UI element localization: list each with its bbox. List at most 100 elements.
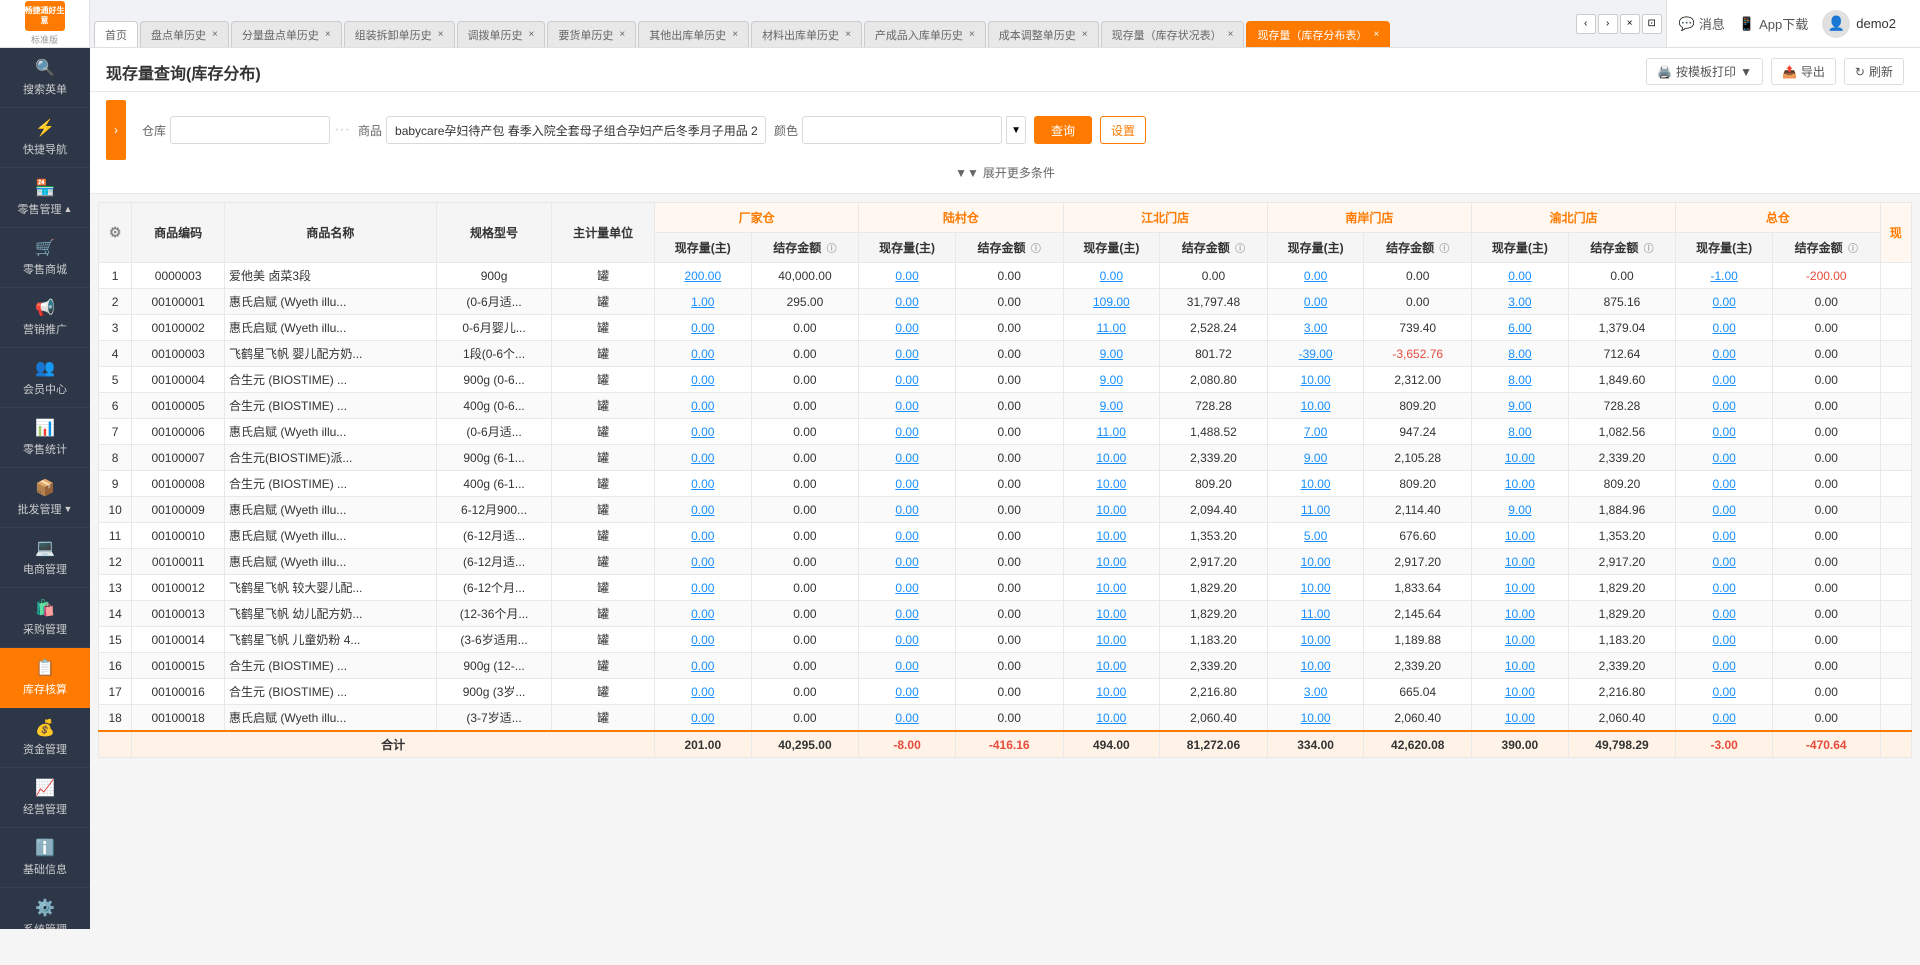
sidebar-item-nav[interactable]: ⚡ 快捷导航: [0, 108, 90, 168]
lc-qty[interactable]: 0.00: [859, 419, 956, 445]
color-dropdown-btn[interactable]: ▼: [1006, 116, 1026, 144]
tab-8[interactable]: 产成品入库单历史 ×: [864, 21, 986, 47]
yb-qty[interactable]: 10.00: [1472, 705, 1569, 732]
yb-qty[interactable]: 10.00: [1472, 471, 1569, 497]
lc-qty[interactable]: 0.00: [859, 575, 956, 601]
yb-qty[interactable]: 9.00: [1472, 393, 1569, 419]
warehouse-input[interactable]: [170, 116, 330, 144]
fc-qty[interactable]: 0.00: [654, 653, 751, 679]
fc-qty[interactable]: 1.00: [654, 289, 751, 315]
tab-close-7[interactable]: ×: [845, 30, 851, 40]
sidebar-item-marketing[interactable]: 📢 营销推广: [0, 288, 90, 348]
tab-10[interactable]: 现存量（库存状况表） ×: [1101, 21, 1245, 47]
tab-expand-btn[interactable]: ⊡: [1642, 14, 1662, 34]
tab-9[interactable]: 成本调整单历史 ×: [988, 21, 1099, 47]
fc-qty[interactable]: 0.00: [654, 601, 751, 627]
yb-qty[interactable]: 10.00: [1472, 653, 1569, 679]
fc-qty[interactable]: 0.00: [654, 705, 751, 732]
zc-qty[interactable]: 0.00: [1676, 575, 1773, 601]
yb-qty[interactable]: 8.00: [1472, 419, 1569, 445]
tab-home[interactable]: 首页: [94, 21, 138, 47]
zc-qty[interactable]: 0.00: [1676, 653, 1773, 679]
fc-info-icon[interactable]: ⓘ: [827, 244, 837, 255]
lc-qty[interactable]: 0.00: [859, 289, 956, 315]
app-download-btn[interactable]: 📱 App下载: [1739, 14, 1808, 33]
jb-qty[interactable]: 10.00: [1063, 705, 1160, 732]
na-qty[interactable]: -39.00: [1267, 341, 1364, 367]
refresh-btn[interactable]: ↻ 刷新: [1844, 58, 1904, 85]
zc-qty[interactable]: 0.00: [1676, 497, 1773, 523]
fc-qty[interactable]: 0.00: [654, 575, 751, 601]
sidebar-item-wholesale[interactable]: 📦 批发管理 ▼: [0, 468, 90, 528]
fc-qty[interactable]: 0.00: [654, 549, 751, 575]
lc-qty[interactable]: 0.00: [859, 393, 956, 419]
sidebar-item-ecommerce[interactable]: 💻 电商管理: [0, 528, 90, 588]
yb-qty[interactable]: 10.00: [1472, 679, 1569, 705]
sidebar-item-retail-mgr[interactable]: 🏪 零售管理 ▲: [0, 168, 90, 228]
tab-1[interactable]: 盘点单历史 ×: [140, 21, 229, 47]
na-qty[interactable]: 5.00: [1267, 523, 1364, 549]
yb-qty[interactable]: 10.00: [1472, 601, 1569, 627]
lc-qty[interactable]: 0.00: [859, 497, 956, 523]
lc-qty[interactable]: 0.00: [859, 445, 956, 471]
tab-4[interactable]: 调拨单历史 ×: [457, 21, 546, 47]
zc-qty[interactable]: 0.00: [1676, 679, 1773, 705]
yb-qty[interactable]: 0.00: [1472, 263, 1569, 289]
tab-close-1[interactable]: ×: [212, 30, 218, 40]
na-qty[interactable]: 7.00: [1267, 419, 1364, 445]
sidebar-item-retail-stats[interactable]: 📊 零售统计: [0, 408, 90, 468]
yb-qty[interactable]: 10.00: [1472, 445, 1569, 471]
jb-qty[interactable]: 10.00: [1063, 549, 1160, 575]
lc-qty[interactable]: 0.00: [859, 549, 956, 575]
col-settings-icon[interactable]: ⚙: [109, 224, 122, 240]
settings-btn[interactable]: 设置: [1100, 116, 1146, 144]
lc-qty[interactable]: 0.00: [859, 653, 956, 679]
sidebar-item-inventory[interactable]: 📋 库存核算: [0, 648, 90, 708]
zc-info-icon[interactable]: ⓘ: [1848, 244, 1858, 255]
jb-qty[interactable]: 10.00: [1063, 653, 1160, 679]
na-qty[interactable]: 9.00: [1267, 445, 1364, 471]
zc-qty[interactable]: 0.00: [1676, 315, 1773, 341]
tab-next-btn[interactable]: ›: [1598, 14, 1618, 34]
sidebar-item-operations[interactable]: 📈 经营管理: [0, 768, 90, 828]
tab-close-4[interactable]: ×: [529, 30, 535, 40]
collapse-btn[interactable]: ›: [106, 100, 126, 160]
sidebar-item-shop[interactable]: 🛒 零售商城: [0, 228, 90, 288]
tab-close-5[interactable]: ×: [619, 30, 625, 40]
na-qty[interactable]: 10.00: [1267, 653, 1364, 679]
na-qty[interactable]: 0.00: [1267, 263, 1364, 289]
print-btn[interactable]: 🖨️ 按模板打印 ▼: [1646, 58, 1763, 85]
zc-qty[interactable]: 0.00: [1676, 419, 1773, 445]
yb-qty[interactable]: 8.00: [1472, 341, 1569, 367]
tab-7[interactable]: 材料出库单历史 ×: [751, 21, 862, 47]
na-qty[interactable]: 10.00: [1267, 575, 1364, 601]
tab-11[interactable]: 现存量（库存分布表） ×: [1246, 21, 1390, 47]
tab-close-3[interactable]: ×: [438, 30, 444, 40]
tab-3[interactable]: 组装拆卸单历史 ×: [344, 21, 455, 47]
na-qty[interactable]: 10.00: [1267, 549, 1364, 575]
fc-qty[interactable]: 0.00: [654, 523, 751, 549]
tab-close-11[interactable]: ×: [1373, 30, 1379, 40]
zc-qty[interactable]: 0.00: [1676, 367, 1773, 393]
tab-close-10[interactable]: ×: [1228, 30, 1234, 40]
lc-qty[interactable]: 0.00: [859, 341, 956, 367]
fc-qty[interactable]: 0.00: [654, 679, 751, 705]
tab-close-6[interactable]: ×: [732, 30, 738, 40]
tab-close-all-btn[interactable]: ×: [1620, 14, 1640, 34]
jb-info-icon[interactable]: ⓘ: [1235, 244, 1245, 255]
jb-qty[interactable]: 0.00: [1063, 263, 1160, 289]
lc-qty[interactable]: 0.00: [859, 627, 956, 653]
lc-qty[interactable]: 0.00: [859, 705, 956, 732]
na-qty[interactable]: 3.00: [1267, 679, 1364, 705]
yb-qty[interactable]: 10.00: [1472, 523, 1569, 549]
jb-qty[interactable]: 10.00: [1063, 497, 1160, 523]
jb-qty[interactable]: 9.00: [1063, 367, 1160, 393]
zc-qty[interactable]: 0.00: [1676, 523, 1773, 549]
jb-qty[interactable]: 109.00: [1063, 289, 1160, 315]
tab-5[interactable]: 要货单历史 ×: [547, 21, 636, 47]
lc-info-icon[interactable]: ⓘ: [1031, 244, 1041, 255]
jb-qty[interactable]: 9.00: [1063, 393, 1160, 419]
jb-qty[interactable]: 10.00: [1063, 471, 1160, 497]
jb-qty[interactable]: 11.00: [1063, 419, 1160, 445]
sidebar-item-search[interactable]: 🔍 搜索英单: [0, 48, 90, 108]
